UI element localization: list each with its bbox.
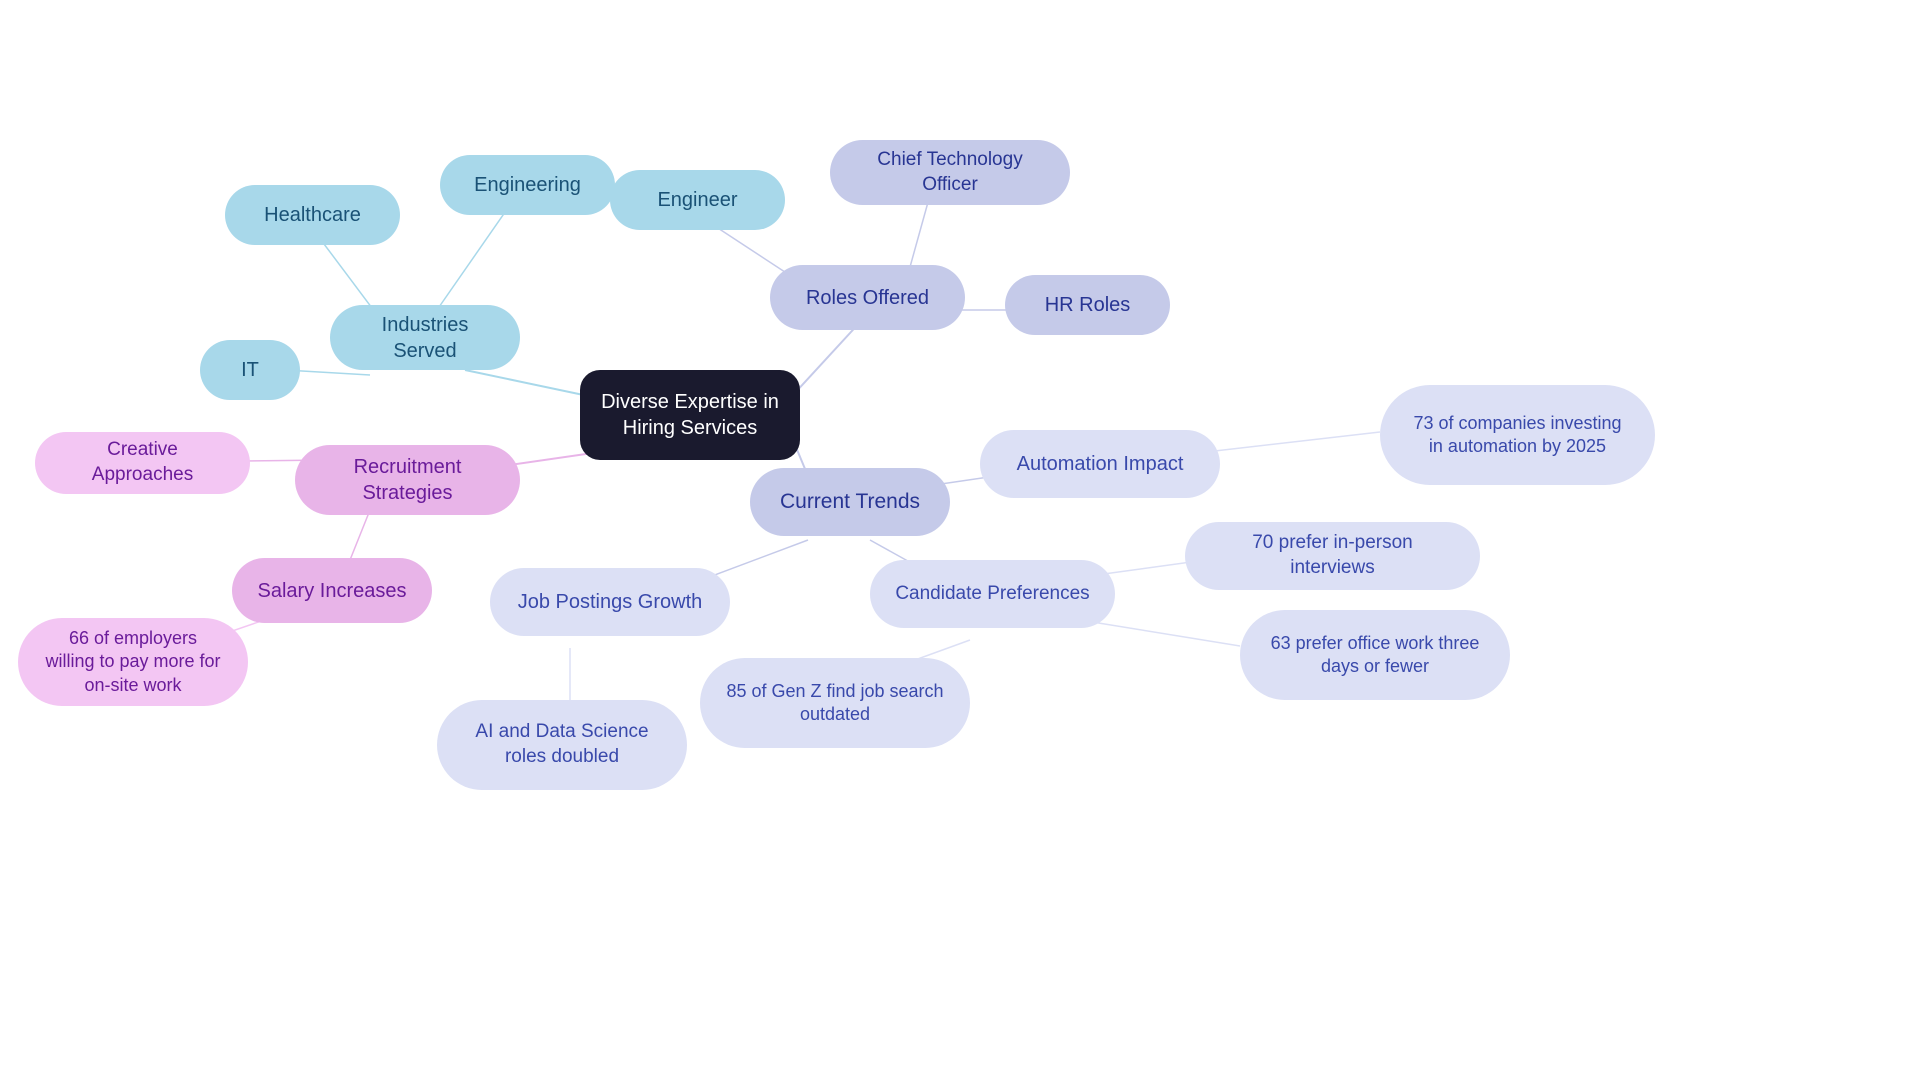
job-postings-growth-node: Job Postings Growth <box>490 568 730 636</box>
recruitment-strategies-label: Recruitment Strategies <box>295 440 520 520</box>
cto-label: Chief Technology Officer <box>830 134 1070 211</box>
engineer-role-label: Engineer <box>633 173 761 227</box>
recruitment-strategies-node: Recruitment Strategies <box>295 445 520 515</box>
job-postings-growth-label: Job Postings Growth <box>494 575 727 629</box>
center-label: Diverse Expertise in Hiring Services <box>580 377 800 453</box>
employers-willing-node: 66 of employers willing to pay more for … <box>18 618 248 706</box>
healthcare-node: Healthcare <box>225 185 400 245</box>
gen-z-label: 85 of Gen Z find job search outdated <box>700 666 970 741</box>
current-trends-node: Current Trends <box>750 468 950 536</box>
automation-impact-node: Automation Impact <box>980 430 1220 498</box>
center-node: Diverse Expertise in Hiring Services <box>580 370 800 460</box>
engineering-node: Engineering <box>440 155 615 215</box>
creative-approaches-label: Creative Approaches <box>35 424 250 501</box>
automation-impact-label: Automation Impact <box>993 437 1208 491</box>
hr-roles-label: HR Roles <box>1021 278 1155 332</box>
engineer-role-node: Engineer <box>610 170 785 230</box>
ai-data-science-label: AI and Data Science roles doubled <box>437 706 687 783</box>
hr-roles-node: HR Roles <box>1005 275 1170 335</box>
roles-offered-label: Roles Offered <box>782 271 953 325</box>
candidate-preferences-label: Candidate Preferences <box>871 568 1113 621</box>
candidate-preferences-node: Candidate Preferences <box>870 560 1115 628</box>
in-person-node: 70 prefer in-person interviews <box>1185 522 1480 590</box>
industries-served-label: Industries Served <box>330 298 520 378</box>
automation-stat-node: 73 of companies investing in automation … <box>1380 385 1655 485</box>
ai-data-science-node: AI and Data Science roles doubled <box>437 700 687 790</box>
current-trends-label: Current Trends <box>756 474 944 529</box>
gen-z-node: 85 of Gen Z find job search outdated <box>700 658 970 748</box>
roles-offered-node: Roles Offered <box>770 265 965 330</box>
automation-stat-label: 73 of companies investing in automation … <box>1380 398 1655 473</box>
salary-increases-node: Salary Increases <box>232 558 432 623</box>
in-person-label: 70 prefer in-person interviews <box>1185 517 1480 594</box>
engineering-label: Engineering <box>450 158 605 212</box>
office-work-node: 63 prefer office work three days or fewe… <box>1240 610 1510 700</box>
employers-willing-label: 66 of employers willing to pay more for … <box>18 613 248 711</box>
salary-increases-label: Salary Increases <box>234 564 431 618</box>
office-work-label: 63 prefer office work three days or fewe… <box>1240 618 1510 693</box>
it-label: IT <box>217 343 283 397</box>
it-node: IT <box>200 340 300 400</box>
industries-served-node: Industries Served <box>330 305 520 370</box>
healthcare-label: Healthcare <box>240 188 385 242</box>
cto-node: Chief Technology Officer <box>830 140 1070 205</box>
creative-approaches-node: Creative Approaches <box>35 432 250 494</box>
